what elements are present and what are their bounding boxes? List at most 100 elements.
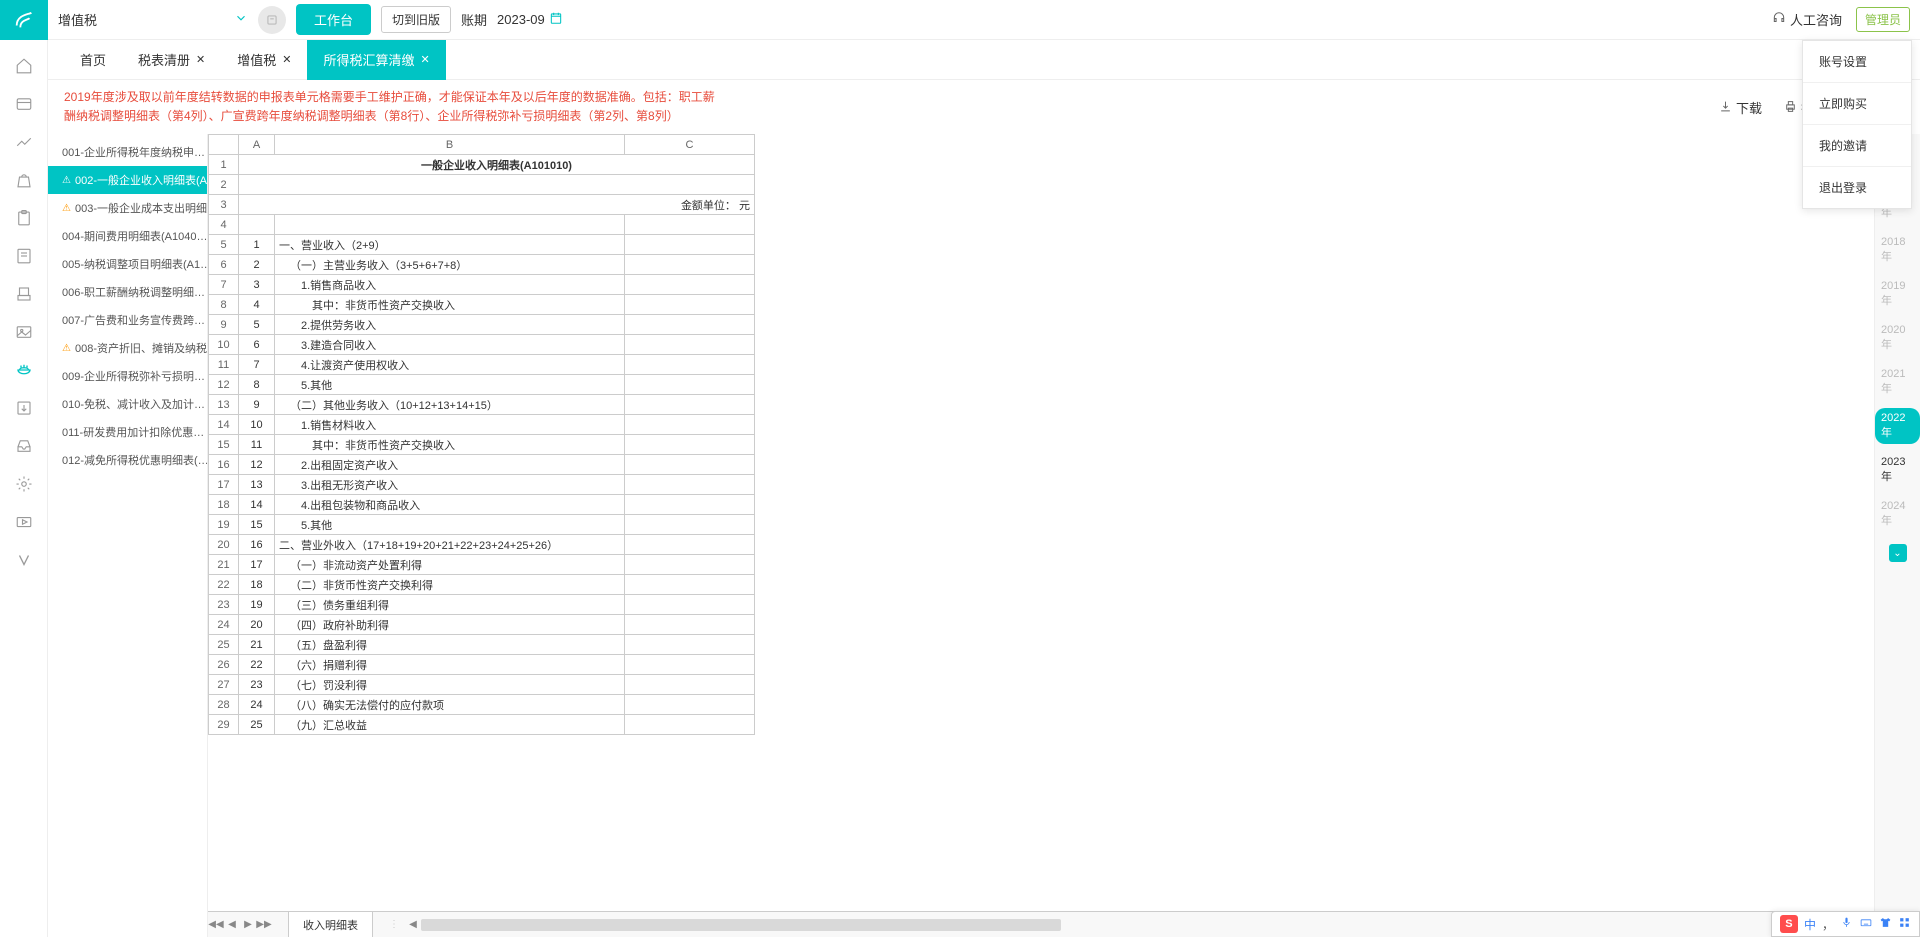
amount-cell[interactable]	[625, 635, 755, 655]
amount-cell[interactable]	[625, 435, 755, 455]
sheet-nav-last[interactable]: ▶▶	[256, 919, 272, 930]
module-dropdown[interactable]: 增值税	[58, 10, 248, 29]
ime-toolbar[interactable]: S 中 ，	[1771, 911, 1920, 937]
amount-cell[interactable]	[625, 475, 755, 495]
year-item[interactable]: 2019年	[1875, 276, 1920, 312]
form-list-item[interactable]: ⚠008-资产折旧、摊销及纳税…	[48, 334, 207, 362]
home-icon[interactable]	[14, 56, 34, 76]
amount-cell[interactable]	[625, 455, 755, 475]
ime-keyboard-icon[interactable]	[1859, 916, 1873, 932]
bag-icon[interactable]	[14, 170, 34, 190]
year-item[interactable]: 2020年	[1875, 320, 1920, 356]
year-item[interactable]: 2022年	[1875, 408, 1920, 444]
form-list-panel: 001-企业所得税年度纳税申…⚠002-一般企业收入明细表(A1…⚠003-一般…	[48, 134, 208, 937]
admin-button[interactable]: 管理员	[1856, 7, 1910, 32]
form-list-item[interactable]: ⚠003-一般企业成本支出明细…	[48, 194, 207, 222]
ime-logo-icon: S	[1780, 915, 1798, 933]
app-logo[interactable]	[0, 0, 48, 40]
amount-cell[interactable]	[625, 395, 755, 415]
image-icon[interactable]	[14, 322, 34, 342]
user-menu-item[interactable]: 我的邀请	[1803, 125, 1911, 167]
period-value: 2023-09	[497, 12, 545, 27]
warn-icon: ⚠	[62, 203, 71, 214]
ime-mic-icon[interactable]	[1840, 916, 1853, 932]
video-icon[interactable]	[14, 512, 34, 532]
sheet-nav-next[interactable]: ▶	[240, 919, 256, 930]
clipboard-icon[interactable]	[14, 208, 34, 228]
user-menu-item[interactable]: 退出登录	[1803, 167, 1911, 208]
v-icon[interactable]	[14, 550, 34, 570]
amount-cell[interactable]	[625, 675, 755, 695]
amount-cell[interactable]	[625, 255, 755, 275]
tab[interactable]: 首页	[64, 40, 122, 80]
form-list-item[interactable]: 010-免税、减计收入及加计…	[48, 390, 207, 418]
close-icon[interactable]: ✕	[196, 53, 205, 66]
amount-cell[interactable]	[625, 335, 755, 355]
sheet-nav-first[interactable]: ◀◀	[208, 919, 224, 930]
close-icon[interactable]: ✕	[421, 53, 430, 66]
hscroll-left[interactable]: ◀	[405, 919, 421, 930]
amount-cell[interactable]	[625, 415, 755, 435]
form-list-item[interactable]: 005-纳税调整项目明细表(A1…	[48, 250, 207, 278]
switch-old-button[interactable]: 切到旧版	[381, 6, 451, 33]
form-list-item[interactable]: 007-广告费和业务宣传费跨…	[48, 306, 207, 334]
form-list-item[interactable]: 011-研发费用加计扣除优惠…	[48, 418, 207, 446]
print-icon	[1784, 100, 1797, 116]
amount-cell[interactable]	[625, 315, 755, 335]
amount-cell[interactable]	[625, 495, 755, 515]
workspace-button[interactable]: 工作台	[296, 4, 371, 35]
amount-cell[interactable]	[625, 275, 755, 295]
sheet-nav-prev[interactable]: ◀	[224, 919, 240, 930]
consult-button[interactable]: 人工咨询	[1772, 10, 1842, 29]
year-item[interactable]: 2023年	[1875, 452, 1920, 488]
ime-punct[interactable]: ，	[1822, 916, 1834, 933]
year-item[interactable]: 2024年	[1875, 496, 1920, 532]
form-list-item[interactable]: 004-期间费用明细表(A1040…	[48, 222, 207, 250]
form-list-item[interactable]: 006-职工薪酬纳税调整明细…	[48, 278, 207, 306]
form-list-item[interactable]: 012-减免所得税优惠明细表(…	[48, 446, 207, 474]
form-icon[interactable]	[14, 246, 34, 266]
download-button[interactable]: 下载	[1719, 98, 1762, 117]
amount-cell[interactable]	[625, 535, 755, 555]
year-more-icon[interactable]: ⌄	[1889, 544, 1907, 562]
spreadsheet[interactable]: ABC1一般企业收入明细表(A101010)2 3金额单位： 元4行次项 目金 …	[208, 134, 1874, 911]
amount-cell[interactable]	[625, 515, 755, 535]
amount-cell[interactable]	[625, 575, 755, 595]
close-icon[interactable]: ✕	[282, 53, 291, 66]
amount-cell[interactable]	[625, 595, 755, 615]
download-icon	[1719, 100, 1732, 116]
tab[interactable]: 税表清册✕	[122, 40, 221, 80]
amount-cell[interactable]	[625, 375, 755, 395]
sheet-tab[interactable]: 收入明细表	[288, 912, 373, 937]
tab[interactable]: 增值税✕	[221, 40, 307, 80]
chart-icon[interactable]	[14, 132, 34, 152]
tab[interactable]: 所得税汇算清缴✕	[307, 40, 445, 80]
amount-cell[interactable]	[625, 615, 755, 635]
export-icon[interactable]	[14, 398, 34, 418]
amount-cell[interactable]	[625, 695, 755, 715]
amount-cell[interactable]	[625, 295, 755, 315]
period-label: 账期	[461, 10, 487, 29]
inbox-icon[interactable]	[14, 436, 34, 456]
user-menu-item[interactable]: 账号设置	[1803, 41, 1911, 83]
amount-cell[interactable]	[625, 715, 755, 735]
hscroll-bar[interactable]	[421, 919, 1858, 931]
stamp-icon[interactable]	[14, 284, 34, 304]
bowl-icon[interactable]	[14, 360, 34, 380]
form-list-item[interactable]: 001-企业所得税年度纳税申…	[48, 138, 207, 166]
amount-cell[interactable]	[625, 355, 755, 375]
card-icon[interactable]	[14, 94, 34, 114]
form-list-item[interactable]: 009-企业所得税弥补亏损明…	[48, 362, 207, 390]
period-picker[interactable]: 2023-09	[497, 11, 563, 28]
amount-cell[interactable]	[625, 655, 755, 675]
ime-lang[interactable]: 中	[1804, 916, 1816, 933]
gear-icon[interactable]	[14, 474, 34, 494]
amount-cell[interactable]	[625, 555, 755, 575]
ime-grid-icon[interactable]	[1898, 916, 1911, 932]
user-menu-item[interactable]: 立即购买	[1803, 83, 1911, 125]
ime-shirt-icon[interactable]	[1879, 916, 1892, 932]
year-item[interactable]: 2018年	[1875, 232, 1920, 268]
form-list-item[interactable]: ⚠002-一般企业收入明细表(A1…	[48, 166, 207, 194]
amount-cell[interactable]	[625, 235, 755, 255]
year-item[interactable]: 2021年	[1875, 364, 1920, 400]
